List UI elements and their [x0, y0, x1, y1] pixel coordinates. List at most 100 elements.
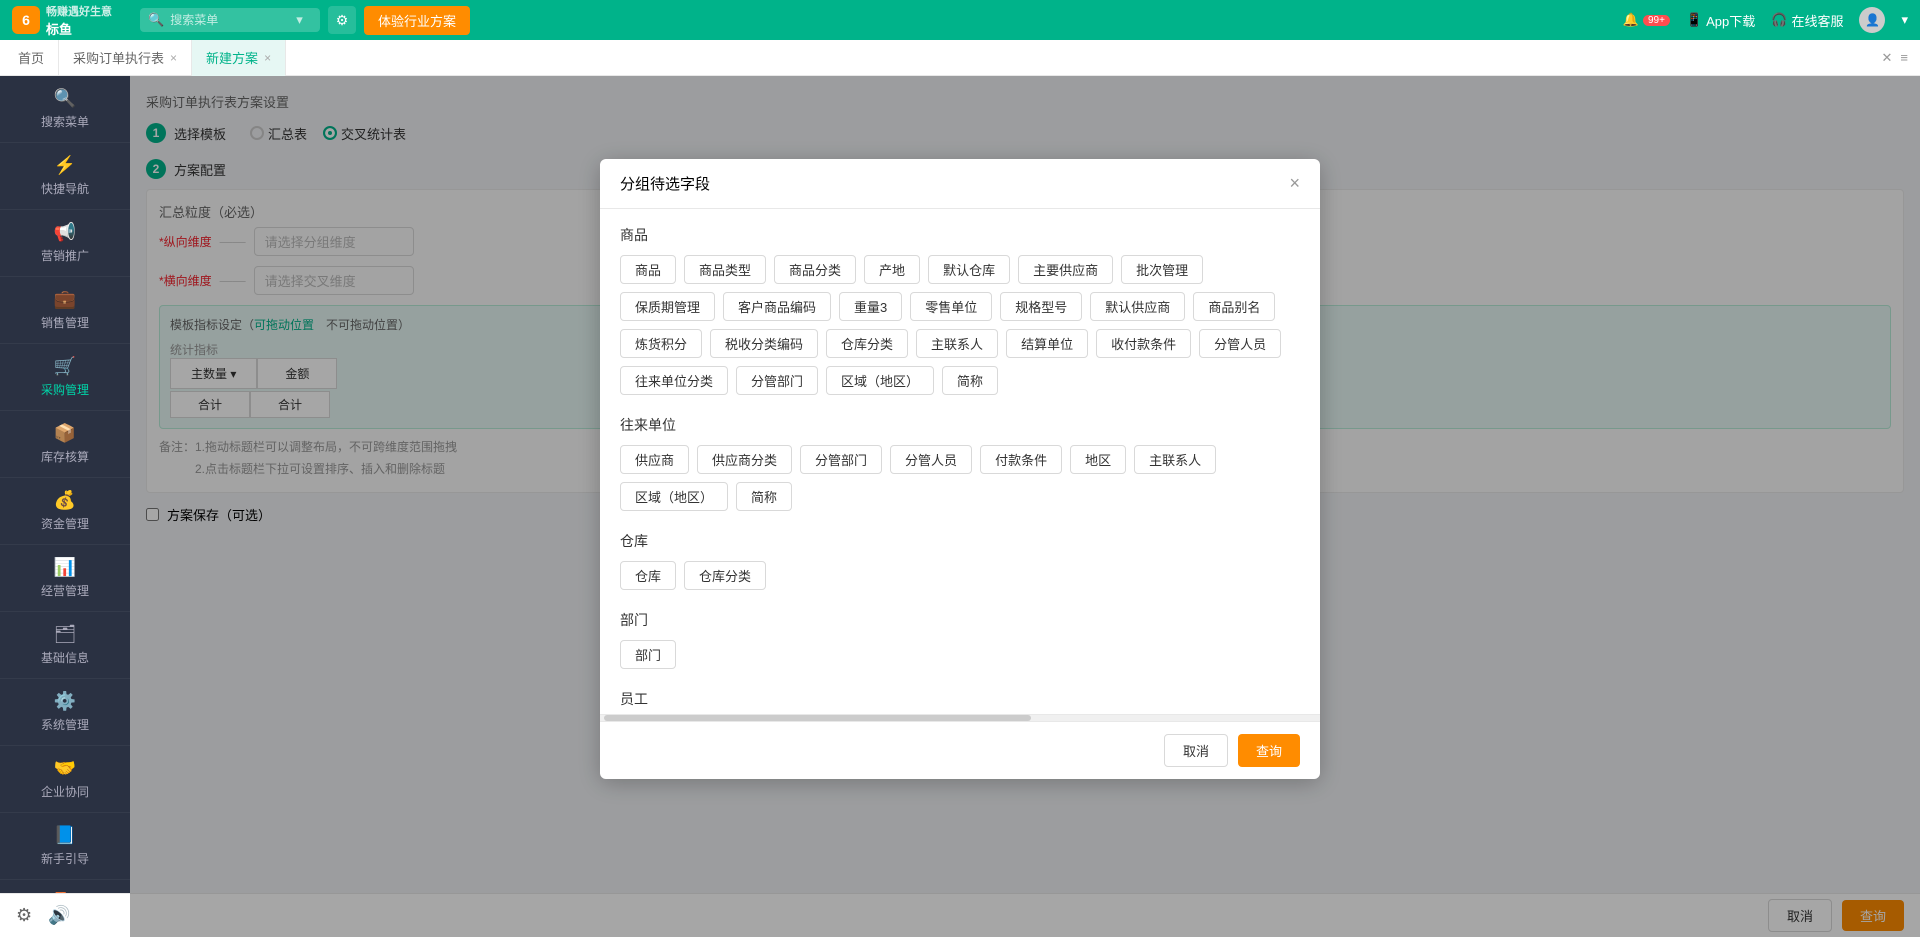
tab-purchase-order[interactable]: 采购订单执行表 ×	[59, 40, 192, 76]
modal-close-button[interactable]: ×	[1289, 173, 1300, 194]
top-right: 🔔 99+ 📱 App下载 🎧 在线客服 👤 ▾	[1623, 7, 1908, 33]
field-tag-expiry-mgmt[interactable]: 保质期管理	[620, 292, 715, 321]
app-download-item[interactable]: 📱 App下载	[1686, 11, 1755, 30]
briefcase-icon: 💼	[54, 289, 76, 310]
sidebar-item-sales[interactable]: 💼 销售管理	[0, 277, 130, 344]
field-select-modal: 分组待选字段 × 商品 商品 商品类型 商品分类 产地 默认仓库 主要供应商 批…	[600, 159, 1320, 779]
avatar[interactable]: 👤	[1859, 7, 1885, 33]
sidebar-operation-label: 经营管理	[41, 582, 89, 599]
tab-new-plan-close[interactable]: ×	[264, 51, 271, 65]
sidebar-collab-label: 企业协同	[41, 783, 89, 800]
section-dept-title: 部门	[620, 610, 1300, 630]
tab-purchase-order-close[interactable]: ×	[170, 51, 177, 65]
field-tag-weight3[interactable]: 重量3	[839, 292, 902, 321]
field-tag-settlement-unit[interactable]: 结算单位	[1006, 329, 1088, 358]
tagline: 畅赚遇好生意	[46, 3, 112, 19]
tab-purchase-order-label: 采购订单执行表	[73, 48, 164, 67]
field-tag-department[interactable]: 部门	[620, 640, 676, 669]
gear-sidebar-icon: ⚙️	[54, 691, 76, 712]
field-tag-melt-points[interactable]: 炼货积分	[620, 329, 702, 358]
tab-menu[interactable]: ≡	[1900, 50, 1908, 66]
section-dept: 部门 部门	[620, 610, 1300, 669]
field-tag-dept-in-charge[interactable]: 分管部门	[736, 366, 818, 395]
field-tag-supplier[interactable]: 供应商	[620, 445, 689, 474]
folder-icon: 🗂	[54, 624, 77, 645]
sidebar-item-guide[interactable]: 📘 新手引导	[0, 813, 130, 880]
notification-badge: 99+	[1643, 15, 1670, 26]
sidebar-item-purchase[interactable]: 🛒 采购管理	[0, 344, 130, 411]
dept-field-tags: 部门	[620, 640, 1300, 669]
field-tag-main-contact[interactable]: 主联系人	[916, 329, 998, 358]
gear-button[interactable]: ⚙	[328, 6, 356, 34]
app-download-label: App下载	[1706, 11, 1755, 30]
cart-icon: 🛒	[54, 356, 76, 377]
cancel-button[interactable]: 取消	[1164, 734, 1228, 767]
sidebar-item-shortcut[interactable]: ⚡ 快捷导航	[0, 143, 130, 210]
modal-hscroll[interactable]	[600, 714, 1320, 721]
sidebar-item-basic-info[interactable]: 🗂 基础信息	[0, 612, 130, 679]
tab-new-plan[interactable]: 新建方案 ×	[192, 40, 286, 76]
sidebar-item-search[interactable]: 🔍 搜索菜单	[0, 76, 130, 143]
field-tag-warehouse[interactable]: 仓库	[620, 561, 676, 590]
field-tag-warehouse-category[interactable]: 仓库分类	[826, 329, 908, 358]
sidebar-item-finance[interactable]: 💰 资金管理	[0, 478, 130, 545]
field-tag-manager[interactable]: 分管人员	[1199, 329, 1281, 358]
online-service-label: 在线客服	[1791, 11, 1843, 30]
modal-title: 分组待选字段	[620, 173, 710, 194]
sidebar-item-collab[interactable]: 🤝 企业协同	[0, 746, 130, 813]
sidebar-marketing-label: 营销推广	[41, 247, 89, 264]
online-service-item[interactable]: 🎧 在线客服	[1771, 11, 1843, 30]
field-tag-goods-alias[interactable]: 商品别名	[1193, 292, 1275, 321]
sidebar-item-operation[interactable]: 📊 经营管理	[0, 545, 130, 612]
field-tag-abbr[interactable]: 简称	[942, 366, 998, 395]
section-employee-title: 员工	[620, 689, 1300, 709]
field-tag-payment-condition[interactable]: 付款条件	[980, 445, 1062, 474]
field-tag-customer-code[interactable]: 客户商品编码	[723, 292, 831, 321]
field-tag-retail-unit[interactable]: 零售单位	[910, 292, 992, 321]
bottom-audio-icon[interactable]: 🔊	[48, 905, 70, 926]
search-box[interactable]: 🔍 ▾	[140, 8, 320, 32]
field-tag-goods[interactable]: 商品	[620, 255, 676, 284]
field-tag-partner-category[interactable]: 往来单位分类	[620, 366, 728, 395]
tab-close-all[interactable]: ✕	[1882, 50, 1893, 66]
field-tag-tax-code[interactable]: 税收分类编码	[710, 329, 818, 358]
search-input[interactable]	[170, 13, 290, 27]
tab-home[interactable]: 首页	[4, 40, 59, 76]
field-tag-warehouse-cat[interactable]: 仓库分类	[684, 561, 766, 590]
field-tag-main-contact2[interactable]: 主联系人	[1134, 445, 1216, 474]
search-menu-icon: 🔍	[54, 88, 76, 109]
field-tag-area[interactable]: 地区	[1070, 445, 1126, 474]
field-tag-default-supplier[interactable]: 默认供应商	[1090, 292, 1185, 321]
confirm-button[interactable]: 查询	[1238, 734, 1300, 767]
modal-header: 分组待选字段 ×	[600, 159, 1320, 209]
field-tag-region[interactable]: 区域（地区）	[826, 366, 934, 395]
search-icon: 🔍	[148, 12, 164, 28]
sidebar-inventory-label: 库存核算	[41, 448, 89, 465]
field-tag-dept[interactable]: 分管部门	[800, 445, 882, 474]
field-tag-person-in-charge[interactable]: 分管人员	[890, 445, 972, 474]
field-tag-spec-model[interactable]: 规格型号	[1000, 292, 1082, 321]
field-tag-supplier-category[interactable]: 供应商分类	[697, 445, 792, 474]
section-warehouse: 仓库 仓库 仓库分类	[620, 531, 1300, 590]
field-tag-default-warehouse[interactable]: 默认仓库	[928, 255, 1010, 284]
field-tag-goods-type[interactable]: 商品类型	[684, 255, 766, 284]
field-tag-goods-category[interactable]: 商品分类	[774, 255, 856, 284]
modal-footer: 取消 查询	[600, 721, 1320, 779]
sidebar-item-marketing[interactable]: 📢 营销推广	[0, 210, 130, 277]
tab-new-plan-label: 新建方案	[206, 48, 258, 67]
field-tag-main-supplier[interactable]: 主要供应商	[1018, 255, 1113, 284]
lightning-icon: ⚡	[54, 155, 76, 176]
field-tag-payment-terms[interactable]: 收付款条件	[1096, 329, 1191, 358]
tab-right-controls: ✕ ≡	[1882, 50, 1917, 66]
notification-item[interactable]: 🔔 99+	[1623, 12, 1670, 28]
bottom-settings-icon[interactable]: ⚙	[16, 905, 32, 926]
field-tag-abbr2[interactable]: 简称	[736, 482, 792, 511]
section-partner-title: 往来单位	[620, 415, 1300, 435]
sidebar-item-system[interactable]: ⚙️ 系统管理	[0, 679, 130, 746]
sidebar-item-inventory[interactable]: 📦 库存核算	[0, 411, 130, 478]
field-tag-region2[interactable]: 区域（地区）	[620, 482, 728, 511]
logo-icon: 6	[12, 6, 40, 34]
experience-button[interactable]: 体验行业方案	[364, 6, 470, 35]
field-tag-batch-mgmt[interactable]: 批次管理	[1121, 255, 1203, 284]
field-tag-origin[interactable]: 产地	[864, 255, 920, 284]
